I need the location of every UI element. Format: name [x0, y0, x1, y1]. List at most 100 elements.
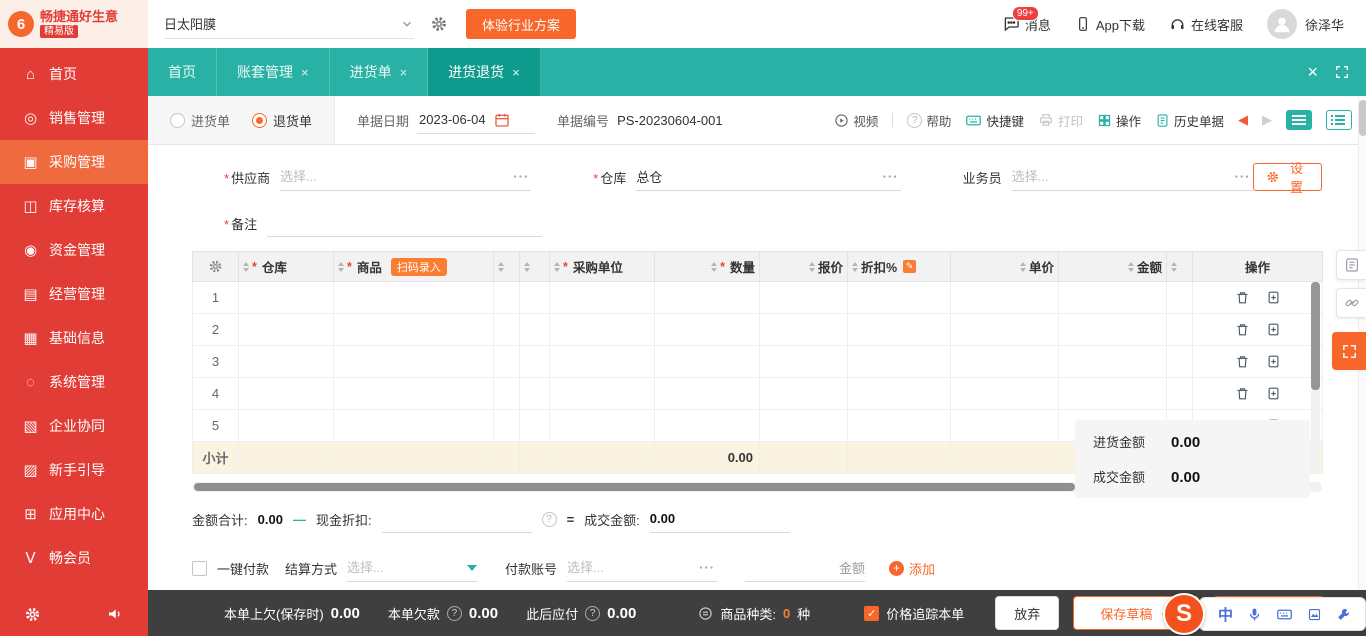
history-button[interactable]: 历史单据: [1155, 111, 1224, 130]
scan-entry-button[interactable]: 扫码录入: [390, 257, 447, 276]
radio-purchase-order[interactable]: 进货单: [170, 111, 230, 130]
cell-qty[interactable]: [654, 409, 760, 442]
cell-discount[interactable]: [847, 345, 951, 378]
sort-icon[interactable]: [808, 261, 815, 272]
cell-product[interactable]: [333, 377, 494, 410]
sidebar-item-system[interactable]: ◌ 系统管理: [0, 360, 148, 404]
salesman-more-button[interactable]: ···: [1233, 169, 1253, 184]
sidebar-item-funds[interactable]: ◉ 资金管理: [0, 228, 148, 272]
sort-icon[interactable]: [524, 261, 530, 272]
try-industry-plan-button[interactable]: 体验行业方案: [466, 9, 577, 39]
tab-account-books[interactable]: 账套管理 ×: [217, 48, 330, 96]
copy-row-icon[interactable]: [1266, 354, 1281, 369]
cell-amount[interactable]: [1058, 313, 1167, 346]
sidebar-item-member[interactable]: Ⅴ 畅会员: [0, 536, 148, 580]
cell-product[interactable]: [333, 281, 494, 314]
cell-unit[interactable]: [549, 313, 655, 346]
date-picker[interactable]: 2023-06-04: [417, 106, 536, 134]
settings-button[interactable]: 设置: [1252, 161, 1322, 195]
sort-icon[interactable]: [852, 261, 858, 272]
horizontal-scrollbar-thumb[interactable]: [194, 483, 1076, 491]
radio-return-order[interactable]: 退货单: [252, 111, 312, 130]
cell-warehouse[interactable]: [238, 313, 334, 346]
copy-row-icon[interactable]: [1266, 290, 1281, 305]
page-scrollbar-thumb[interactable]: [1359, 100, 1366, 136]
ime-clipboard-icon[interactable]: [1307, 607, 1322, 622]
cell-quote[interactable]: [759, 281, 848, 314]
operations-button[interactable]: 操作: [1097, 111, 1141, 130]
expand-widget-button[interactable]: [1332, 332, 1366, 370]
view-toggle-list-icon[interactable]: [1286, 110, 1312, 130]
cell-discount[interactable]: [847, 377, 951, 410]
cell-amount[interactable]: [1058, 345, 1167, 378]
feedback-form-button[interactable]: [1336, 250, 1366, 280]
vertical-scrollbar-thumb[interactable]: [1311, 282, 1320, 390]
cell-price[interactable]: [950, 313, 1059, 346]
cell-qty[interactable]: [654, 345, 760, 378]
question-icon[interactable]: ?: [446, 605, 462, 621]
remark-input[interactable]: [267, 210, 542, 235]
question-icon[interactable]: ?: [541, 511, 557, 527]
sidebar-item-collaboration[interactable]: ▧ 企业协同: [0, 404, 148, 448]
abandon-button[interactable]: 放弃: [995, 596, 1060, 630]
sort-icon[interactable]: [554, 261, 560, 272]
cell-quote[interactable]: [759, 345, 848, 378]
online-service-button[interactable]: 在线客服: [1169, 15, 1243, 34]
fullscreen-icon[interactable]: [1334, 64, 1350, 80]
sidebar-item-sales[interactable]: ◎ 销售管理: [0, 96, 148, 140]
sidebar-item-appcenter[interactable]: ⊞ 应用中心: [0, 492, 148, 536]
settings-gear-icon[interactable]: [24, 606, 41, 623]
cell-warehouse[interactable]: [238, 281, 334, 314]
supplier-more-button[interactable]: ···: [511, 169, 531, 184]
delete-row-icon[interactable]: [1235, 322, 1250, 337]
sidebar-item-purchase[interactable]: ▣ 采购管理: [0, 140, 148, 184]
price-track-checkbox[interactable]: ✓: [864, 605, 880, 621]
sidebar-item-business[interactable]: ▤ 经营管理: [0, 272, 148, 316]
onekey-pay-checkbox[interactable]: [192, 560, 207, 576]
sidebar-item-home[interactable]: ⌂ 首页: [0, 52, 148, 96]
add-payment-button[interactable]: + 添加: [889, 559, 935, 578]
ime-logo-icon[interactable]: S: [1162, 593, 1205, 635]
cell-quote[interactable]: [759, 313, 848, 346]
chevron-down-icon[interactable]: [467, 564, 478, 571]
ime-lang-toggle[interactable]: 中: [1218, 604, 1233, 625]
sort-icon[interactable]: [498, 261, 504, 272]
delete-row-icon[interactable]: [1235, 354, 1250, 369]
cell-unit[interactable]: [549, 377, 655, 410]
help-button[interactable]: ? 帮助: [907, 111, 951, 130]
sidebar-item-guide[interactable]: ▨ 新手引导: [0, 448, 148, 492]
avatar[interactable]: [1266, 9, 1297, 39]
close-all-tabs-icon[interactable]: ×: [1307, 63, 1318, 81]
cell-qty[interactable]: [654, 377, 760, 410]
cell-discount[interactable]: [847, 313, 951, 346]
cell-price[interactable]: [950, 377, 1059, 410]
view-toggle-detail-icon[interactable]: [1326, 110, 1352, 130]
sort-icon[interactable]: [243, 261, 249, 272]
gear-icon[interactable]: [430, 15, 448, 33]
messages-button[interactable]: 99+ 消息: [1002, 5, 1051, 34]
cell-product[interactable]: [333, 345, 494, 378]
cell-price[interactable]: [950, 409, 1059, 442]
prev-doc-icon[interactable]: ◀: [1238, 112, 1248, 128]
print-button[interactable]: 打印: [1038, 111, 1083, 130]
cash-discount-input[interactable]: [381, 506, 558, 531]
cell-warehouse[interactable]: [238, 377, 334, 410]
cell-product[interactable]: [333, 313, 494, 346]
cell-qty[interactable]: [654, 281, 760, 314]
copy-row-icon[interactable]: [1266, 386, 1281, 401]
sidebar-item-inventory[interactable]: ◫ 库存核算: [0, 184, 148, 228]
delete-row-icon[interactable]: [1235, 386, 1250, 401]
warehouse-more-button[interactable]: ···: [881, 169, 901, 184]
hotkey-button[interactable]: 快捷键: [965, 111, 1024, 130]
pay-account-more-button[interactable]: ···: [697, 560, 717, 575]
app-download-button[interactable]: App下载: [1075, 15, 1145, 34]
cell-price[interactable]: [950, 345, 1059, 378]
speaker-icon[interactable]: [106, 605, 124, 623]
cell-discount[interactable]: [847, 409, 951, 442]
ime-keyboard-icon[interactable]: [1276, 606, 1293, 623]
username[interactable]: 徐泽华: [1305, 15, 1344, 34]
sort-icon[interactable]: [1127, 261, 1134, 272]
cell-amount[interactable]: [1058, 377, 1167, 410]
next-doc-icon[interactable]: ▶: [1262, 112, 1272, 128]
warehouse-input[interactable]: [636, 164, 881, 189]
